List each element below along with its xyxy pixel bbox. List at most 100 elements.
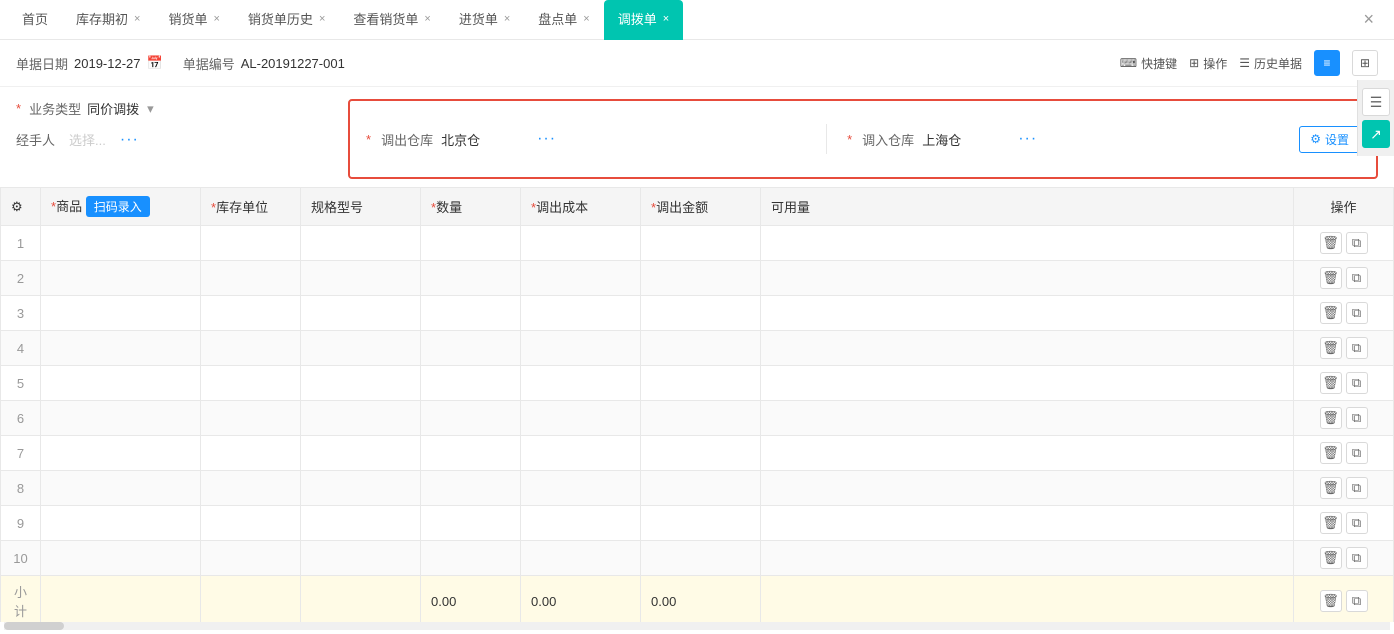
row-transfer-cost-3[interactable] [521, 296, 641, 331]
row-available-11[interactable] [761, 576, 1294, 623]
row-transfer-cost-6[interactable] [521, 401, 641, 436]
row-product-9[interactable] [41, 506, 201, 541]
tab-transfer-order[interactable]: 调拨单 × [604, 0, 683, 40]
history-button[interactable]: ☰ 历史单据 [1239, 55, 1302, 72]
transfer-out-value[interactable]: 北京仓 [441, 130, 521, 149]
tab-inventory-init[interactable]: 库存期初 × [62, 0, 154, 40]
tab-close-purchase-order[interactable]: × [504, 13, 510, 25]
row-product-7[interactable] [41, 436, 201, 471]
tab-purchase-order[interactable]: 进货单 × [445, 0, 524, 40]
row-transfer-amount-7[interactable] [641, 436, 761, 471]
transfer-in-more-btn[interactable]: ··· [1018, 130, 1037, 148]
row-unit-10[interactable] [201, 541, 301, 576]
copy-btn-3[interactable]: ⧉ [1346, 302, 1368, 324]
th-gear[interactable]: ⚙ [1, 188, 41, 226]
row-transfer-cost-8[interactable] [521, 471, 641, 506]
row-available-5[interactable] [761, 366, 1294, 401]
row-transfer-cost-9[interactable] [521, 506, 641, 541]
row-unit-4[interactable] [201, 331, 301, 366]
row-product-10[interactable] [41, 541, 201, 576]
scan-entry-button[interactable]: 扫码录入 [86, 196, 150, 217]
row-transfer-cost-2[interactable] [521, 261, 641, 296]
row-spec-7[interactable] [301, 436, 421, 471]
row-product-4[interactable] [41, 331, 201, 366]
row-unit-6[interactable] [201, 401, 301, 436]
row-spec-5[interactable] [301, 366, 421, 401]
tab-close-view-sales[interactable]: × [424, 13, 430, 25]
row-available-1[interactable] [761, 226, 1294, 261]
row-spec-10[interactable] [301, 541, 421, 576]
row-unit-11[interactable] [201, 576, 301, 623]
handler-more-btn[interactable]: ··· [120, 131, 139, 149]
window-close-button[interactable]: × [1351, 9, 1386, 30]
row-available-9[interactable] [761, 506, 1294, 541]
row-unit-7[interactable] [201, 436, 301, 471]
delete-btn-10[interactable]: 🗑 [1320, 547, 1342, 569]
row-quantity-7[interactable] [421, 436, 521, 471]
tab-close-inventory-init[interactable]: × [134, 13, 140, 25]
row-spec-11[interactable] [301, 576, 421, 623]
row-spec-9[interactable] [301, 506, 421, 541]
copy-btn-4[interactable]: ⧉ [1346, 337, 1368, 359]
layout-btn-2[interactable]: ⊞ [1352, 50, 1378, 76]
transfer-in-value[interactable]: 上海仓 [922, 130, 1002, 149]
row-quantity-1[interactable] [421, 226, 521, 261]
tab-sales-history[interactable]: 销货单历史 × [234, 0, 339, 40]
row-quantity-3[interactable] [421, 296, 521, 331]
row-transfer-amount-5[interactable] [641, 366, 761, 401]
delete-btn-6[interactable]: 🗑 [1320, 407, 1342, 429]
row-product-2[interactable] [41, 261, 201, 296]
delete-btn-11[interactable]: 🗑 [1320, 590, 1342, 612]
handler-placeholder[interactable]: 选择... [69, 130, 106, 149]
side-panel-export-btn[interactable]: ↗ [1362, 120, 1390, 148]
row-available-7[interactable] [761, 436, 1294, 471]
layout-btn-1[interactable]: ≡ [1314, 50, 1340, 76]
delete-btn-9[interactable]: 🗑 [1320, 512, 1342, 534]
delete-btn-7[interactable]: 🗑 [1320, 442, 1342, 464]
tab-close-sales-order[interactable]: × [213, 13, 219, 25]
row-quantity-9[interactable] [421, 506, 521, 541]
row-transfer-amount-1[interactable] [641, 226, 761, 261]
row-quantity-2[interactable] [421, 261, 521, 296]
row-transfer-cost-5[interactable] [521, 366, 641, 401]
row-available-10[interactable] [761, 541, 1294, 576]
business-type-select[interactable]: 同价调拨 ▾ [87, 99, 287, 118]
row-product-11[interactable] [41, 576, 201, 623]
row-transfer-cost-11[interactable]: 0.00 [521, 576, 641, 623]
copy-btn-10[interactable]: ⧉ [1346, 547, 1368, 569]
row-product-5[interactable] [41, 366, 201, 401]
row-transfer-cost-7[interactable] [521, 436, 641, 471]
row-unit-1[interactable] [201, 226, 301, 261]
row-unit-9[interactable] [201, 506, 301, 541]
row-available-2[interactable] [761, 261, 1294, 296]
row-transfer-cost-1[interactable] [521, 226, 641, 261]
row-quantity-6[interactable] [421, 401, 521, 436]
row-spec-2[interactable] [301, 261, 421, 296]
row-transfer-amount-10[interactable] [641, 541, 761, 576]
row-quantity-4[interactable] [421, 331, 521, 366]
operations-button[interactable]: ⊞ 操作 [1189, 55, 1227, 72]
tab-inventory-count[interactable]: 盘点单 × [524, 0, 603, 40]
copy-btn-6[interactable]: ⧉ [1346, 407, 1368, 429]
row-quantity-8[interactable] [421, 471, 521, 506]
tab-close-inventory-count[interactable]: × [583, 13, 589, 25]
doc-date-value[interactable]: 2019-12-27 [74, 56, 141, 71]
row-transfer-amount-4[interactable] [641, 331, 761, 366]
tab-home[interactable]: 首页 [8, 0, 62, 40]
row-transfer-cost-10[interactable] [521, 541, 641, 576]
delete-btn-3[interactable]: 🗑 [1320, 302, 1342, 324]
row-available-3[interactable] [761, 296, 1294, 331]
row-available-4[interactable] [761, 331, 1294, 366]
row-spec-8[interactable] [301, 471, 421, 506]
row-product-6[interactable] [41, 401, 201, 436]
row-transfer-amount-2[interactable] [641, 261, 761, 296]
calendar-icon[interactable]: 📅 [147, 55, 163, 71]
row-unit-8[interactable] [201, 471, 301, 506]
copy-btn-5[interactable]: ⧉ [1346, 372, 1368, 394]
row-available-6[interactable] [761, 401, 1294, 436]
row-transfer-cost-4[interactable] [521, 331, 641, 366]
row-spec-1[interactable] [301, 226, 421, 261]
copy-btn-2[interactable]: ⧉ [1346, 267, 1368, 289]
copy-btn-11[interactable]: ⧉ [1346, 590, 1368, 612]
row-quantity-5[interactable] [421, 366, 521, 401]
